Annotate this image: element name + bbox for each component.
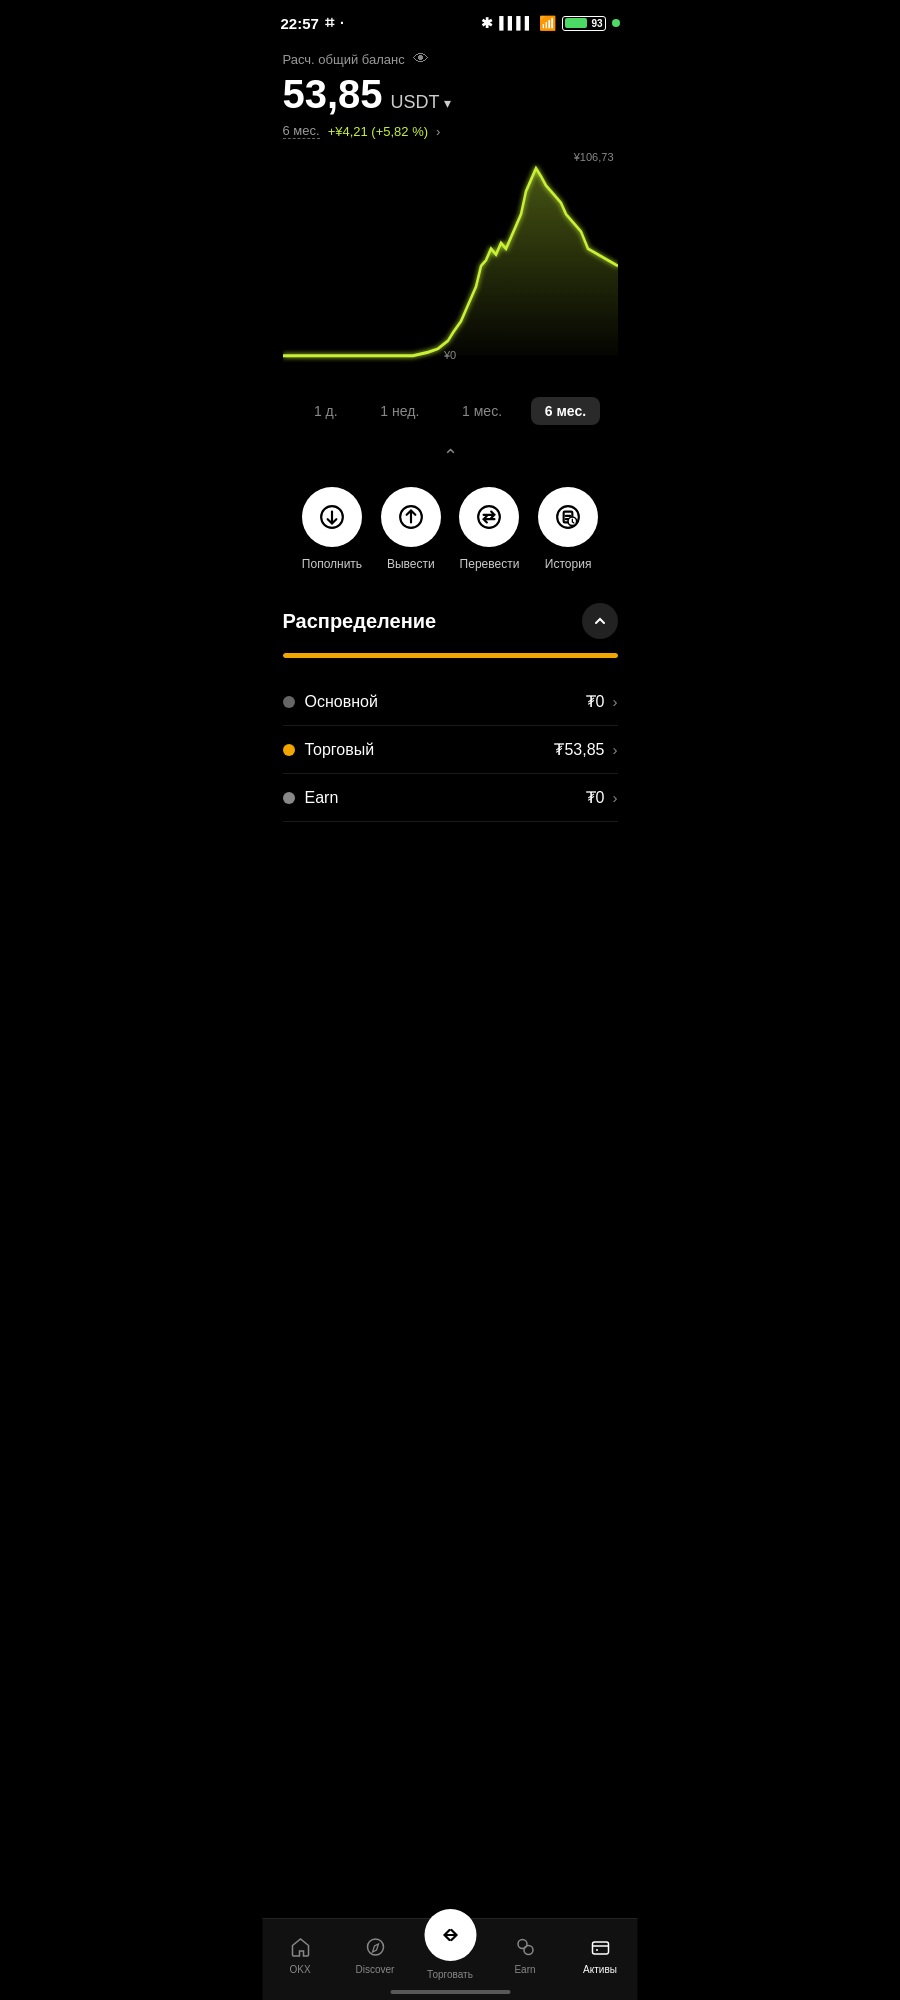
dropdown-arrow: ▾ — [444, 95, 451, 111]
period-btn-1m[interactable]: 1 мес. — [448, 397, 516, 425]
status-time: 22:57 — [281, 15, 319, 32]
status-bar: 22:57 ⌗ · ✱ ▌▌▌▌ 📶 93 — [263, 0, 638, 40]
transfer-button[interactable]: Перевести — [459, 487, 519, 571]
balance-value: 53,85 — [283, 72, 383, 117]
distribution-header: Распределение — [283, 603, 618, 639]
transfer-icon — [476, 504, 502, 530]
history-icon — [555, 504, 581, 530]
main-content: Расч. общий баланс 👁 53,85 USDT ▾ 6 мес.… — [263, 40, 638, 571]
history-label: История — [545, 557, 592, 571]
withdraw-icon — [398, 504, 424, 530]
period-gain: +¥4,21 (+5,82 %) — [328, 124, 428, 139]
dist-item-trading[interactable]: Торговый ₮53,85 › — [283, 726, 618, 774]
chart-container: ¥106,73 ¥0 — [283, 151, 618, 381]
dist-arrow-earn: › — [613, 789, 618, 806]
dist-arrow-trading: › — [613, 741, 618, 758]
svg-point-2 — [479, 506, 501, 528]
status-right: ✱ ▌▌▌▌ 📶 93 — [481, 15, 619, 31]
active-dot — [612, 19, 620, 27]
status-icon: ⌗ — [325, 14, 334, 32]
dist-item-earn[interactable]: Earn ₮0 › — [283, 774, 618, 822]
withdraw-circle — [381, 487, 441, 547]
progress-bar-fill — [283, 653, 618, 658]
distribution-section: Распределение Основной ₮0 › Торговый ₮53… — [263, 603, 638, 912]
period-nav-arrow[interactable]: › — [436, 124, 440, 139]
history-button[interactable]: История — [538, 487, 598, 571]
dist-dot-earn — [283, 792, 295, 804]
deposit-label: Пополнить — [302, 557, 362, 571]
price-chart — [283, 151, 618, 381]
eye-icon[interactable]: 👁 — [413, 50, 429, 68]
dist-arrow-main: › — [613, 693, 618, 710]
period-label[interactable]: 6 мес. — [283, 123, 320, 139]
chart-max-label: ¥106,73 — [574, 151, 614, 163]
dist-name-earn: Earn — [305, 789, 339, 807]
signal-icon: ▌▌▌▌ — [499, 16, 533, 30]
battery-icon: 93 — [562, 16, 605, 31]
collapse-icon — [592, 613, 608, 629]
wifi-icon: 📶 — [539, 15, 556, 31]
withdraw-button[interactable]: Вывести — [381, 487, 441, 571]
history-circle — [538, 487, 598, 547]
status-dot: · — [340, 15, 344, 31]
chevron-up-icon[interactable]: ⌃ — [443, 445, 458, 467]
withdraw-label: Вывести — [387, 557, 435, 571]
dist-item-main[interactable]: Основной ₮0 › — [283, 678, 618, 726]
dist-name-main: Основной — [305, 693, 378, 711]
distribution-progress-bar — [283, 653, 618, 658]
dist-dot-trading — [283, 744, 295, 756]
period-buttons: 1 д. 1 нед. 1 мес. 6 мес. — [283, 397, 618, 425]
chevron-row[interactable]: ⌃ — [283, 445, 618, 467]
deposit-icon — [319, 504, 345, 530]
balance-label: Расч. общий баланс 👁 — [283, 50, 618, 68]
dist-value-earn: ₮0 — [586, 788, 605, 807]
period-btn-1d[interactable]: 1 д. — [300, 397, 352, 425]
status-left: 22:57 ⌗ · — [281, 14, 344, 32]
dist-value-trading: ₮53,85 — [554, 740, 604, 759]
action-buttons: Пополнить Вывести Перевести — [283, 487, 618, 571]
period-btn-1w[interactable]: 1 нед. — [366, 397, 433, 425]
balance-currency[interactable]: USDT ▾ — [391, 92, 451, 113]
transfer-circle — [459, 487, 519, 547]
battery-level: 93 — [591, 18, 602, 29]
distribution-title: Распределение — [283, 610, 437, 633]
collapse-button[interactable] — [582, 603, 618, 639]
deposit-circle — [302, 487, 362, 547]
dist-dot-main — [283, 696, 295, 708]
bluetooth-icon: ✱ — [481, 15, 493, 31]
deposit-button[interactable]: Пополнить — [302, 487, 362, 571]
transfer-label: Перевести — [460, 557, 520, 571]
balance-amount: 53,85 USDT ▾ — [283, 72, 618, 117]
dist-value-main: ₮0 — [586, 692, 605, 711]
period-btn-6m[interactable]: 6 мес. — [531, 397, 600, 425]
chart-zero-label: ¥0 — [444, 349, 456, 361]
dist-name-trading: Торговый — [305, 741, 375, 759]
period-row[interactable]: 6 мес. +¥4,21 (+5,82 %) › — [283, 123, 618, 139]
